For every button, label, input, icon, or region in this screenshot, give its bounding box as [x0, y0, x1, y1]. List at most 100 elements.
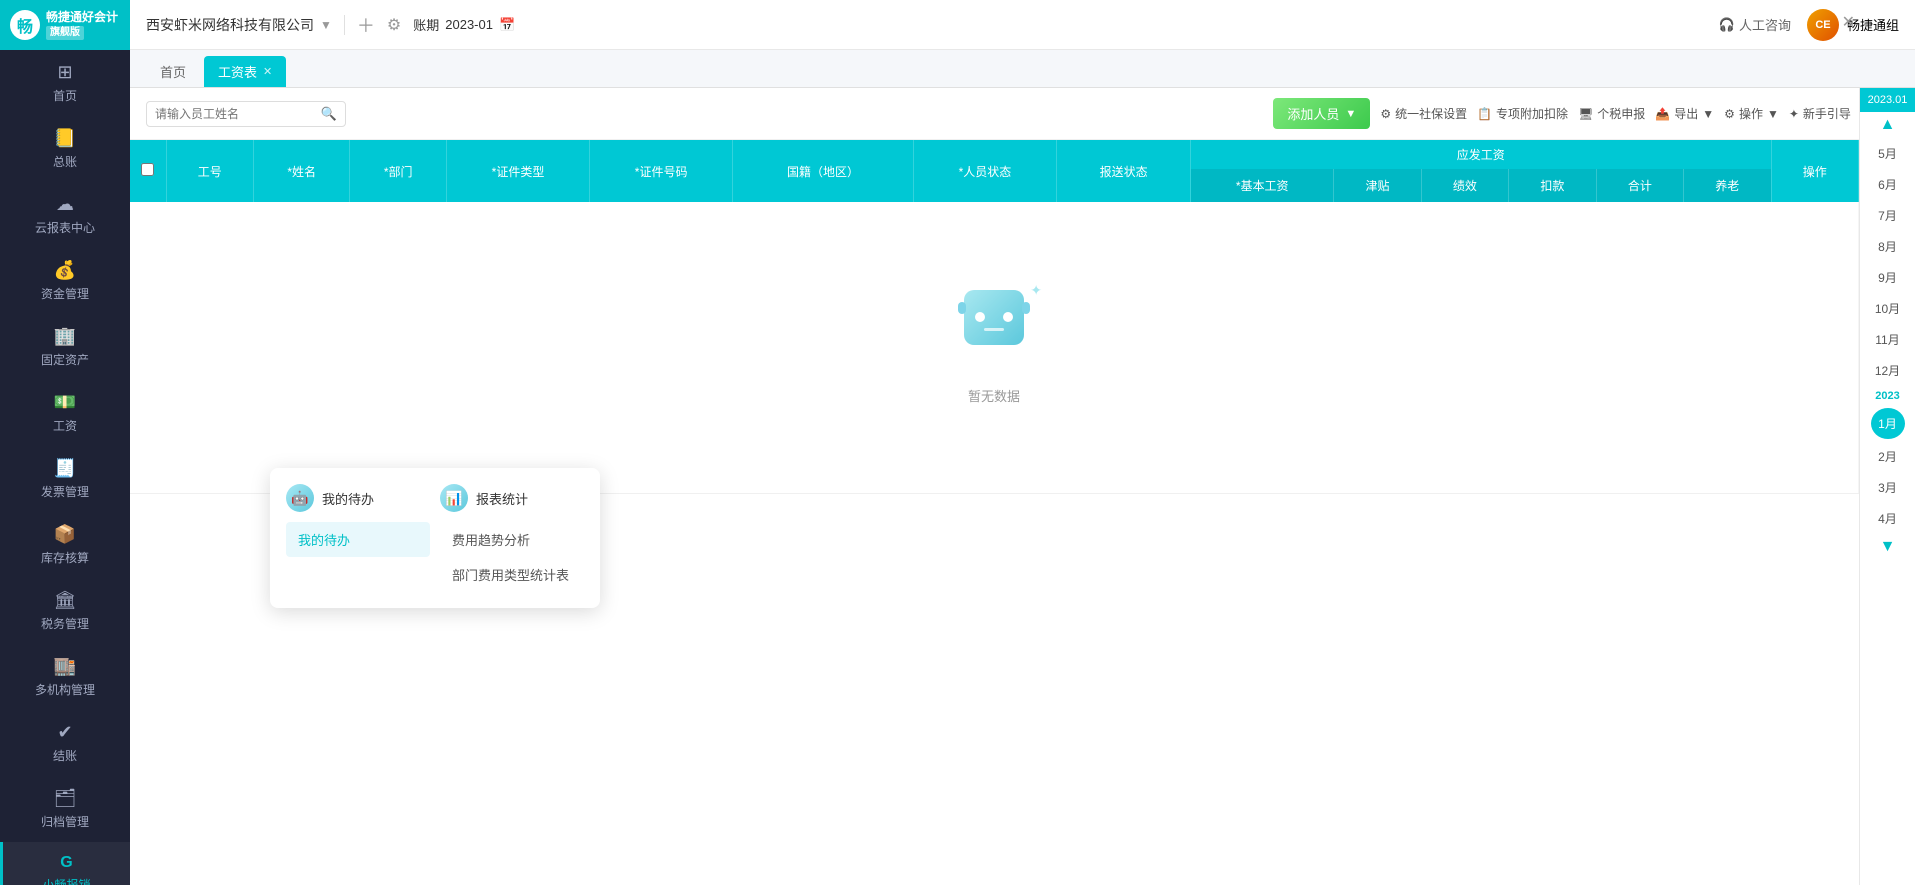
operations-btn[interactable]: ⚙ 操作 ▼ — [1724, 105, 1779, 122]
robot-ear-left — [958, 302, 966, 314]
sidebar-label-invoice: 发票管理 — [41, 483, 89, 500]
sidebar-item-xiaochang[interactable]: G 小畅报销 — [0, 842, 130, 885]
search-wrap[interactable]: 🔍 — [146, 101, 346, 127]
logo-title: 畅捷通好会计 — [46, 10, 118, 24]
tab-payroll-table[interactable]: 工资表 ✕ — [204, 56, 286, 87]
service-button[interactable]: 🎧 人工咨询 — [1719, 15, 1791, 34]
sidebar-item-home[interactable]: ⊞ 首页 — [0, 50, 130, 116]
sidebar-label-cloud-report: 云报表中心 — [35, 219, 95, 236]
topbar-add-icon[interactable]: ＋ — [357, 12, 375, 38]
sidebar-item-settle[interactable]: ✔ 结账 — [0, 710, 130, 776]
sidebar-label-inventory: 库存核算 — [41, 549, 89, 566]
month-item-3[interactable]: 3月 — [1860, 472, 1915, 503]
settle-icon: ✔ — [57, 722, 72, 743]
search-input[interactable] — [155, 107, 315, 121]
tax-deduction-btn[interactable]: 📋 专项附加扣除 — [1477, 105, 1568, 122]
th-checkbox[interactable] — [130, 140, 166, 202]
operations-chevron-icon: ▼ — [1767, 107, 1779, 121]
month-item-10[interactable]: 10月 — [1860, 293, 1915, 324]
fixed-assets-icon: 🏢 — [54, 326, 76, 347]
popup-title-1: 🤖 我的待办 — [286, 484, 430, 512]
popup-item-cost-trend[interactable]: 费用趋势分析 — [440, 522, 584, 557]
month-item-2[interactable]: 2月 — [1860, 441, 1915, 472]
month-panel: 2023.01 ▲ 5月 6月 7月 8月 9月 10月 11月 12月 202… — [1859, 88, 1915, 885]
month-item-9[interactable]: 9月 — [1860, 262, 1915, 293]
guide-btn[interactable]: ✦ 新手引导 — [1789, 105, 1851, 122]
select-all-checkbox[interactable] — [141, 163, 154, 176]
year-label: 2023 — [1860, 386, 1915, 406]
popup-item-dept-cost[interactable]: 部门费用类型统计表 — [440, 557, 584, 592]
home-icon: ⊞ — [57, 62, 72, 83]
avatar-text: CE — [1815, 19, 1830, 31]
social-insurance-btn[interactable]: ⚙ 统一社保设置 — [1380, 105, 1467, 122]
logo-text: 畅捷通好会计 旗舰版 — [46, 10, 118, 40]
add-person-button[interactable]: 添加人员 ▼ — [1273, 98, 1370, 129]
sidebar-nav: ⊞ 首页 📒 总账 ☁ 云报表中心 💰 资金管理 🏢 固定资产 💵 工资 🧾 发… — [0, 50, 130, 885]
sidebar-item-fixed-assets[interactable]: 🏢 固定资产 — [0, 314, 130, 380]
sidebar-item-ledger[interactable]: 📒 总账 — [0, 116, 130, 182]
sidebar-label-ledger: 总账 — [53, 153, 77, 170]
period-calendar-icon[interactable]: 📅 — [499, 17, 515, 33]
sidebar-item-tax[interactable]: 🏛 税务管理 — [0, 578, 130, 644]
th-employee-id: 工号 — [166, 140, 253, 202]
multi-org-icon: 🏬 — [54, 656, 76, 677]
report-icon: 📊 — [440, 484, 468, 512]
month-item-12[interactable]: 12月 — [1860, 355, 1915, 386]
sidebar-item-archive[interactable]: 🗂 归档管理 — [0, 776, 130, 842]
th-report-status[interactable]: 报送状态 — [1057, 140, 1191, 202]
sidebar-item-cloud-report[interactable]: ☁ 云报表中心 — [0, 182, 130, 248]
month-item-7[interactable]: 7月 — [1860, 200, 1915, 231]
sidebar-label-settle: 结账 — [53, 747, 77, 764]
add-chevron-icon: ▼ — [1345, 108, 1356, 120]
month-up-icon[interactable]: ▲ — [1860, 112, 1915, 138]
sidebar: 畅 畅捷通好会计 旗舰版 ⊞ 首页 📒 总账 ☁ 云报表中心 💰 资金管理 🏢 … — [0, 0, 130, 885]
month-down-icon[interactable]: ▼ — [1860, 534, 1915, 560]
export-btn[interactable]: 📤 导出 ▼ — [1655, 105, 1714, 122]
archive-icon: 🗂 — [54, 788, 77, 809]
th-person-status[interactable]: *人员状态 — [913, 140, 1056, 202]
tab-home[interactable]: 首页 — [146, 56, 200, 87]
app-logo: 畅 畅捷通好会计 旗舰版 — [0, 0, 130, 50]
popup-title-2-text: 报表统计 — [476, 489, 528, 508]
period-value: 2023-01 — [445, 17, 493, 32]
export-icon: 📤 — [1655, 107, 1670, 121]
month-item-11[interactable]: 11月 — [1860, 324, 1915, 355]
sidebar-item-inventory[interactable]: 📦 库存核算 — [0, 512, 130, 578]
robot-illustration: ✦ — [954, 290, 1034, 345]
sidebar-item-invoice[interactable]: 🧾 发票管理 — [0, 446, 130, 512]
sidebar-item-multi-org[interactable]: 🏬 多机构管理 — [0, 644, 130, 710]
month-item-5[interactable]: 5月 — [1860, 138, 1915, 169]
sidebar-label-payroll: 工资 — [53, 417, 77, 434]
month-item-8[interactable]: 8月 — [1860, 231, 1915, 262]
payroll-icon: 💵 — [54, 392, 76, 413]
robot-body — [964, 290, 1024, 345]
sidebar-label-fund: 资金管理 — [41, 285, 89, 302]
logo-sub: 旗舰版 — [46, 26, 84, 40]
topbar-period: 账期 2023-01 📅 — [413, 15, 515, 34]
close-all-tabs[interactable]: ✕ — [1842, 12, 1855, 32]
headset-icon: 🎧 — [1719, 17, 1735, 33]
content-toolbar: 🔍 添加人员 ▼ ⚙ 统一社保设置 📋 专项附加扣除 🖥 个税申报 — [130, 88, 1915, 140]
personal-tax-btn[interactable]: 🖥 个税申报 — [1578, 105, 1645, 122]
period-label: 账期 — [413, 15, 439, 34]
month-item-6[interactable]: 6月 — [1860, 169, 1915, 200]
sidebar-label-tax: 税务管理 — [41, 615, 89, 632]
popup-title-1-text: 我的待办 — [322, 489, 374, 508]
month-item-1[interactable]: 1月 — [1871, 408, 1905, 439]
sidebar-item-payroll[interactable]: 💵 工资 — [0, 380, 130, 446]
add-person-label: 添加人员 — [1287, 104, 1339, 123]
th-allowance: 津贴 — [1334, 169, 1421, 202]
tax-icon: 🏛 — [54, 590, 77, 611]
topbar-settings-icon[interactable]: ⚙ — [387, 15, 401, 35]
tab-close-icon[interactable]: ✕ — [263, 65, 272, 78]
operations-label: 操作 — [1739, 105, 1763, 122]
month-item-4[interactable]: 4月 — [1860, 503, 1915, 534]
sidebar-item-fund[interactable]: 💰 资金管理 — [0, 248, 130, 314]
robot-face — [970, 304, 1018, 331]
th-name[interactable]: *姓名 — [253, 140, 350, 202]
payroll-table: 工号 *姓名 *部门 *证件类型 *证件号码 国籍（地区） *人员状态 报送状态… — [130, 140, 1859, 494]
popup-item-todo[interactable]: 我的待办 — [286, 522, 430, 557]
sidebar-label-home: 首页 — [53, 87, 77, 104]
search-icon[interactable]: 🔍 — [321, 106, 337, 122]
company-selector[interactable]: 西安虾米网络科技有限公司 ▼ — [146, 15, 332, 35]
